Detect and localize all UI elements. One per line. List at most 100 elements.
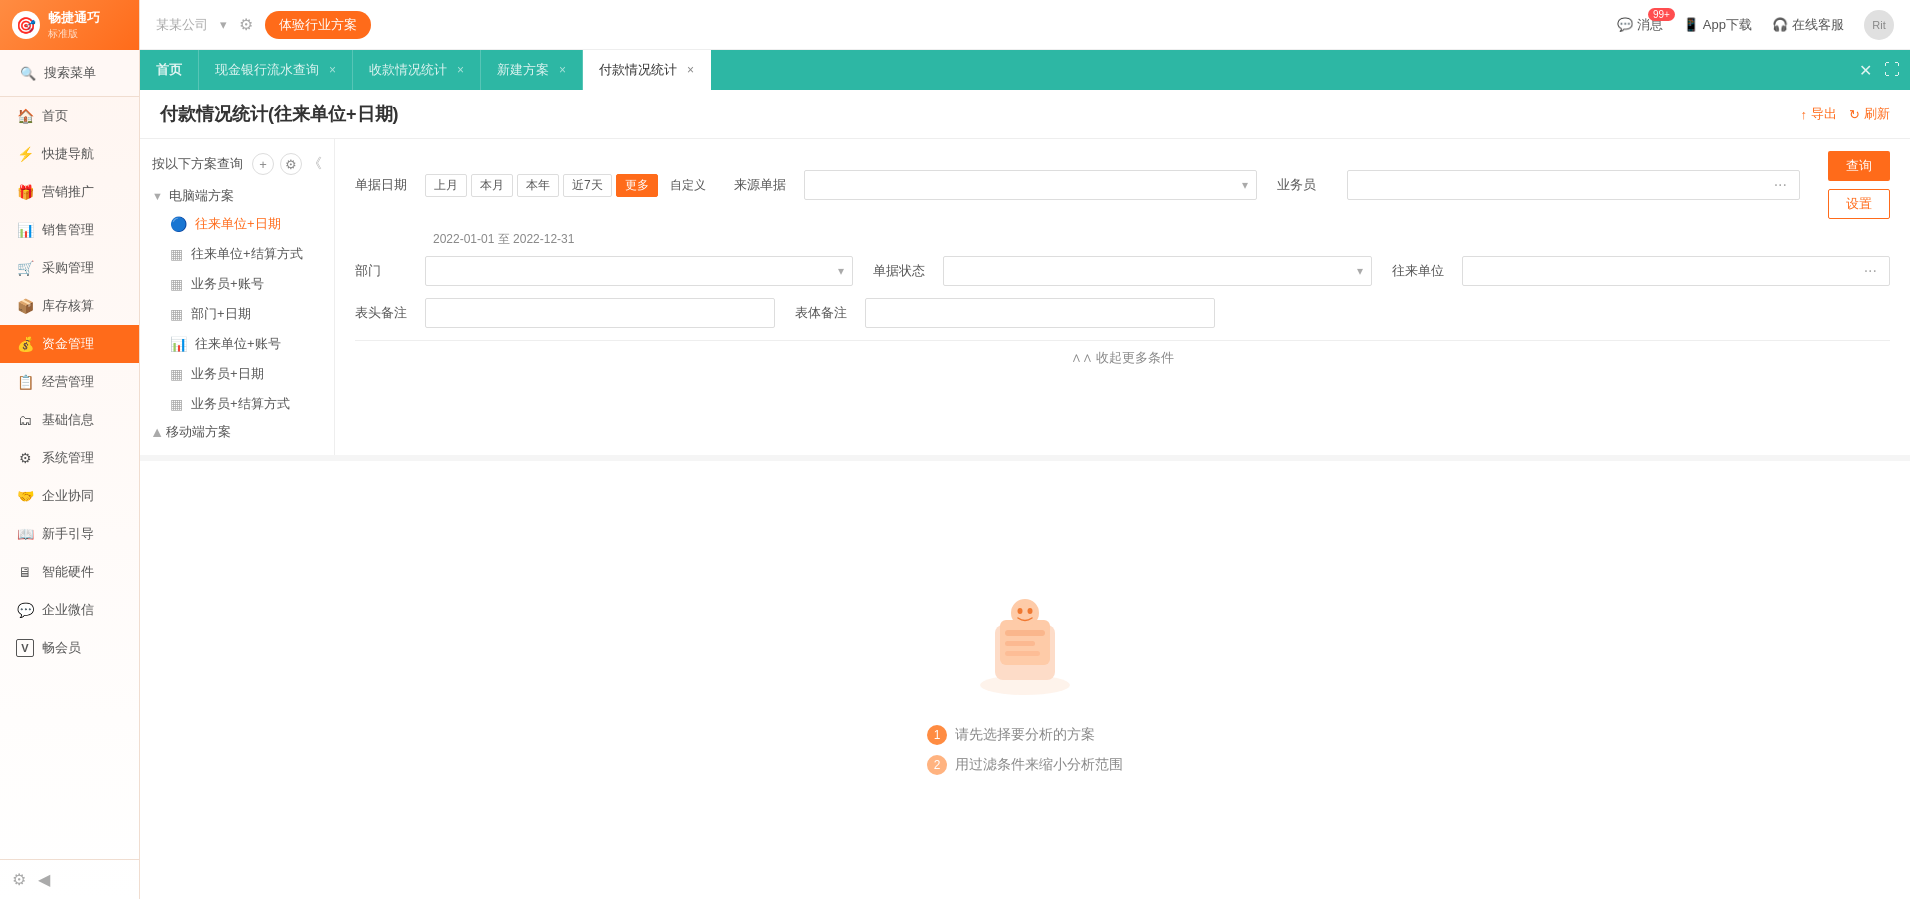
user-avatar[interactable]: Rit [1864, 10, 1894, 40]
related-unit-select[interactable]: ··· [1462, 256, 1890, 286]
sidebar-item-marketing[interactable]: 🎁 营销推广 [0, 173, 139, 211]
nav-label-home: 首页 [42, 107, 68, 125]
app-download-btn[interactable]: 📱 App下载 [1683, 16, 1752, 34]
header-note-input[interactable] [425, 298, 775, 328]
scheme-item-unit-account[interactable]: 📊 往来单位+账号 [140, 329, 334, 359]
scheme-panel: 按以下方案查询 + ⚙ 《 ▼ 电脑端方案 🔵 往来单位+日期 [140, 139, 335, 455]
hint-text-1: 请先选择要分析的方案 [955, 726, 1095, 744]
related-unit-filter-col: 往来单位 ··· [1392, 256, 1890, 286]
last-7days-btn[interactable]: 近7天 [563, 174, 612, 197]
this-month-btn[interactable]: 本月 [471, 174, 513, 197]
sidebar: 🎯 畅捷通巧 标准版 🔍 搜索菜单 🏠 首页 ⚡ 快捷导航 🎁 营销推广 📊 销… [0, 0, 140, 899]
source-select[interactable]: ▾ [804, 170, 1257, 200]
sidebar-item-inventory[interactable]: 📦 库存核算 [0, 287, 139, 325]
sidebar-item-enterprise[interactable]: 🤝 企业协同 [0, 477, 139, 515]
export-icon: ↑ [1801, 107, 1808, 122]
search-menu-item[interactable]: 🔍 搜索菜单 [12, 58, 127, 88]
collapse-sidebar-icon[interactable]: ◀ [38, 870, 50, 889]
related-unit-dots-icon[interactable]: ··· [1860, 262, 1881, 280]
sidebar-item-wechat[interactable]: 💬 企业微信 [0, 591, 139, 629]
filter-row-3: 表头备注 表体备注 [355, 298, 1890, 328]
scheme-item-unit-settle-label: 往来单位+结算方式 [191, 245, 303, 263]
try-industry-btn[interactable]: 体验行业方案 [265, 11, 371, 39]
this-year-btn[interactable]: 本年 [517, 174, 559, 197]
tab-cashflow-close[interactable]: × [329, 63, 336, 77]
staff-select[interactable]: ··· [1347, 170, 1800, 200]
mobile-group-label: 移动端方案 [166, 423, 231, 441]
sidebar-item-guide[interactable]: 📖 新手引导 [0, 515, 139, 553]
nav-label-wechat: 企业微信 [42, 601, 94, 619]
scheme-item-staff-date[interactable]: ▦ 业务员+日期 [140, 359, 334, 389]
empty-state: 1 请先选择要分析的方案 2 用过滤条件来缩小分析范围 [140, 461, 1910, 899]
refresh-label: 刷新 [1864, 105, 1890, 123]
tab-bar: 首页 现金银行流水查询 × 收款情况统计 × 新建方案 × 付款情况统计 × ✕… [140, 50, 1910, 90]
settings-icon[interactable]: ⚙ [12, 870, 26, 889]
setting-btn[interactable]: 设置 [1828, 189, 1890, 219]
sidebar-item-sales[interactable]: 📊 销售管理 [0, 211, 139, 249]
smart-icon: 🖥 [16, 563, 34, 581]
empty-hint-1: 1 请先选择要分析的方案 [927, 725, 1123, 745]
query-btn[interactable]: 查询 [1828, 151, 1890, 181]
tab-close-all-icon[interactable]: ✕ [1859, 61, 1872, 80]
sidebar-item-operation[interactable]: 📋 经营管理 [0, 363, 139, 401]
setting-scheme-btn[interactable]: ⚙ [280, 153, 302, 175]
tab-receipt-close[interactable]: × [457, 63, 464, 77]
nav-label-inventory: 库存核算 [42, 297, 94, 315]
tab-payment[interactable]: 付款情况统计 × [583, 50, 711, 90]
sidebar-item-purchase[interactable]: 🛒 采购管理 [0, 249, 139, 287]
marketing-icon: 🎁 [16, 183, 34, 201]
tab-new[interactable]: 新建方案 × [481, 50, 583, 90]
custom-date-btn[interactable]: 自定义 [662, 175, 714, 196]
page-content: 付款情况统计(往来单位+日期) ↑ 导出 ↻ 刷新 按以下方案查询 + [140, 90, 1910, 899]
logo-badge: 标准版 [48, 27, 100, 41]
company-dropdown-icon[interactable]: ▾ [220, 17, 227, 32]
tab-payment-close[interactable]: × [687, 63, 694, 77]
scheme-item-staff-date-label: 业务员+日期 [191, 365, 264, 383]
sidebar-item-smart[interactable]: 🖥 智能硬件 [0, 553, 139, 591]
online-service-btn[interactable]: 🎧 在线客服 [1772, 16, 1844, 34]
header-gear-icon[interactable]: ⚙ [239, 15, 253, 34]
tab-home[interactable]: 首页 [140, 50, 199, 90]
staff-dots-icon[interactable]: ··· [1770, 176, 1791, 194]
refresh-icon: ↻ [1849, 107, 1860, 122]
scheme-collapse-btn[interactable]: 《 [308, 155, 322, 173]
bill-status-select[interactable]: ▾ [943, 256, 1371, 286]
body-note-col: 表体备注 [795, 298, 1215, 328]
operation-icon: 📋 [16, 373, 34, 391]
scheme-item-staff-settle[interactable]: ▦ 业务员+结算方式 [140, 389, 334, 419]
collapse-more-btn[interactable]: ∧∧ 收起更多条件 [355, 340, 1890, 375]
tab-new-close[interactable]: × [559, 63, 566, 77]
scheme-item-dept-date[interactable]: ▦ 部门+日期 [140, 299, 334, 329]
desktop-group[interactable]: ▼ 电脑端方案 [140, 183, 334, 209]
message-btn[interactable]: 💬 消息 99+ [1617, 16, 1663, 34]
empty-illustration [965, 585, 1085, 705]
tab-maximize-icon[interactable]: ⛶ [1884, 61, 1900, 79]
add-scheme-btn[interactable]: + [252, 153, 274, 175]
finance-icon: 💰 [16, 335, 34, 353]
header-note-label: 表头备注 [355, 304, 425, 322]
sidebar-item-quick[interactable]: ⚡ 快捷导航 [0, 135, 139, 173]
sidebar-item-member[interactable]: V 畅会员 [0, 629, 139, 667]
sidebar-item-basic[interactable]: 🗂 基础信息 [0, 401, 139, 439]
enterprise-icon: 🤝 [16, 487, 34, 505]
more-date-btn[interactable]: 更多 [616, 174, 658, 197]
main-area: 某某公司 ▾ ⚙ 体验行业方案 💬 消息 99+ 📱 App下载 🎧 在线客服 … [140, 0, 1910, 899]
dept-select[interactable]: ▾ [425, 256, 853, 286]
guide-icon: 📖 [16, 525, 34, 543]
last-month-btn[interactable]: 上月 [425, 174, 467, 197]
header-note-col: 表头备注 [355, 298, 775, 328]
scheme-item-staff-account[interactable]: ▦ 业务员+账号 [140, 269, 334, 299]
sidebar-item-home[interactable]: 🏠 首页 [0, 97, 139, 135]
export-btn[interactable]: ↑ 导出 [1801, 105, 1838, 123]
sidebar-item-finance[interactable]: 💰 资金管理 [0, 325, 139, 363]
body-note-input[interactable] [865, 298, 1215, 328]
tab-cashflow-label: 现金银行流水查询 [215, 61, 319, 79]
mobile-group[interactable]: ▶ 移动端方案 [140, 419, 334, 445]
tab-cashflow[interactable]: 现金银行流水查询 × [199, 50, 353, 90]
scheme-item-unit-date[interactable]: 🔵 往来单位+日期 [140, 209, 334, 239]
scheme-item-unit-settle[interactable]: ▦ 往来单位+结算方式 [140, 239, 334, 269]
refresh-btn[interactable]: ↻ 刷新 [1849, 105, 1890, 123]
tab-receipt[interactable]: 收款情况统计 × [353, 50, 481, 90]
nav-label-guide: 新手引导 [42, 525, 94, 543]
sidebar-item-system[interactable]: ⚙ 系统管理 [0, 439, 139, 477]
